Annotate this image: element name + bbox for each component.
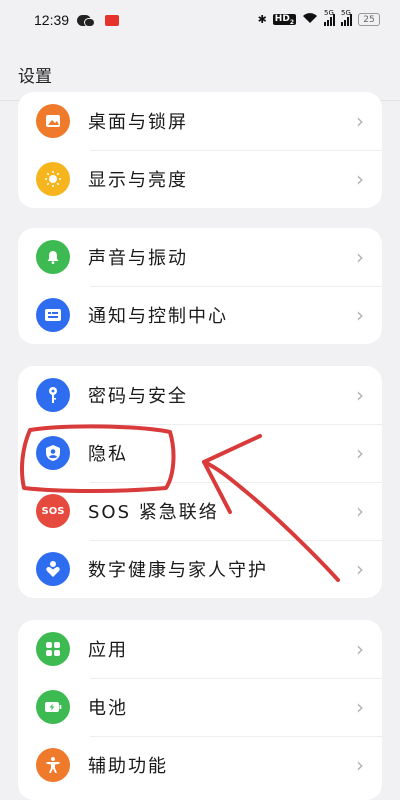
wallpaper-icon xyxy=(36,104,70,138)
settings-item-label: SOS 紧急联络 xyxy=(88,502,219,523)
battery-icon xyxy=(36,690,70,724)
cell-signal-2-icon: 5G xyxy=(341,9,352,26)
settings-item-battery[interactable]: 电池 › xyxy=(18,678,382,736)
settings-item-notification-control[interactable]: 通知与控制中心 › xyxy=(18,286,382,344)
notification-icon xyxy=(36,298,70,332)
settings-item-apps[interactable]: 应用 › xyxy=(18,620,382,678)
key-icon xyxy=(36,378,70,412)
cell-signal-1-icon: 5G xyxy=(324,9,335,26)
settings-group-security: 密码与安全 › 隐私 › SOS SOS 紧急联络 › 数字健康与家人守护 › xyxy=(18,366,382,598)
wechat-notification-icon xyxy=(77,14,96,27)
page-title: 设置 xyxy=(18,67,52,87)
settings-item-privacy[interactable]: 隐私 › xyxy=(18,424,382,482)
settings-item-label: 密码与安全 xyxy=(88,386,188,407)
settings-item-label: 电池 xyxy=(88,698,128,719)
settings-item-digital-wellbeing[interactable]: 数字健康与家人守护 › xyxy=(18,540,382,598)
settings-item-label: 声音与振动 xyxy=(88,248,188,269)
settings-group-sound: 声音与振动 › 通知与控制中心 › xyxy=(18,228,382,344)
brightness-icon xyxy=(36,162,70,196)
sos-icon: SOS xyxy=(36,494,70,528)
chevron-right-icon: › xyxy=(356,441,364,465)
status-bar: 12:39 ✱ HD2 5G 5G 25 xyxy=(0,0,400,44)
battery-status-icon: 25 xyxy=(358,13,380,26)
privacy-shield-icon xyxy=(36,436,70,470)
settings-item-accessibility[interactable]: 辅助功能 › xyxy=(18,736,382,794)
settings-item-sound-vibration[interactable]: 声音与振动 › xyxy=(18,228,382,286)
chevron-right-icon: › xyxy=(356,557,364,581)
chevron-right-icon: › xyxy=(356,637,364,661)
apps-grid-icon xyxy=(36,632,70,666)
chevron-right-icon: › xyxy=(356,303,364,327)
bluetooth-icon: ✱ xyxy=(257,13,267,26)
hd-voice-icon: HD2 xyxy=(272,13,296,26)
accessibility-icon xyxy=(36,748,70,782)
settings-item-display-brightness[interactable]: 显示与亮度 › xyxy=(18,150,382,208)
settings-item-sos-emergency[interactable]: SOS SOS 紧急联络 › xyxy=(18,482,382,540)
chevron-right-icon: › xyxy=(356,109,364,133)
digital-wellbeing-icon xyxy=(36,552,70,586)
chevron-right-icon: › xyxy=(356,383,364,407)
status-time: 12:39 xyxy=(34,12,70,28)
settings-item-label: 显示与亮度 xyxy=(88,170,188,191)
chevron-right-icon: › xyxy=(356,753,364,777)
settings-item-label: 数字健康与家人守护 xyxy=(88,560,268,581)
settings-item-label: 通知与控制中心 xyxy=(88,306,228,327)
wifi-icon xyxy=(302,12,318,27)
settings-item-label: 辅助功能 xyxy=(88,756,168,777)
settings-item-label: 隐私 xyxy=(88,444,128,465)
chevron-right-icon: › xyxy=(356,695,364,719)
settings-item-password-security[interactable]: 密码与安全 › xyxy=(18,366,382,424)
chevron-right-icon: › xyxy=(356,499,364,523)
app-notification-icon xyxy=(105,14,120,26)
settings-group-apps: 应用 › 电池 › 辅助功能 › xyxy=(18,620,382,800)
chevron-right-icon: › xyxy=(356,245,364,269)
bell-icon xyxy=(36,240,70,274)
settings-item-desktop-lockscreen[interactable]: 桌面与锁屏 › xyxy=(18,92,382,150)
chevron-right-icon: › xyxy=(356,167,364,191)
settings-item-label: 应用 xyxy=(88,640,128,661)
settings-item-label: 桌面与锁屏 xyxy=(88,112,188,133)
settings-group-display: 桌面与锁屏 › 显示与亮度 › xyxy=(18,92,382,208)
